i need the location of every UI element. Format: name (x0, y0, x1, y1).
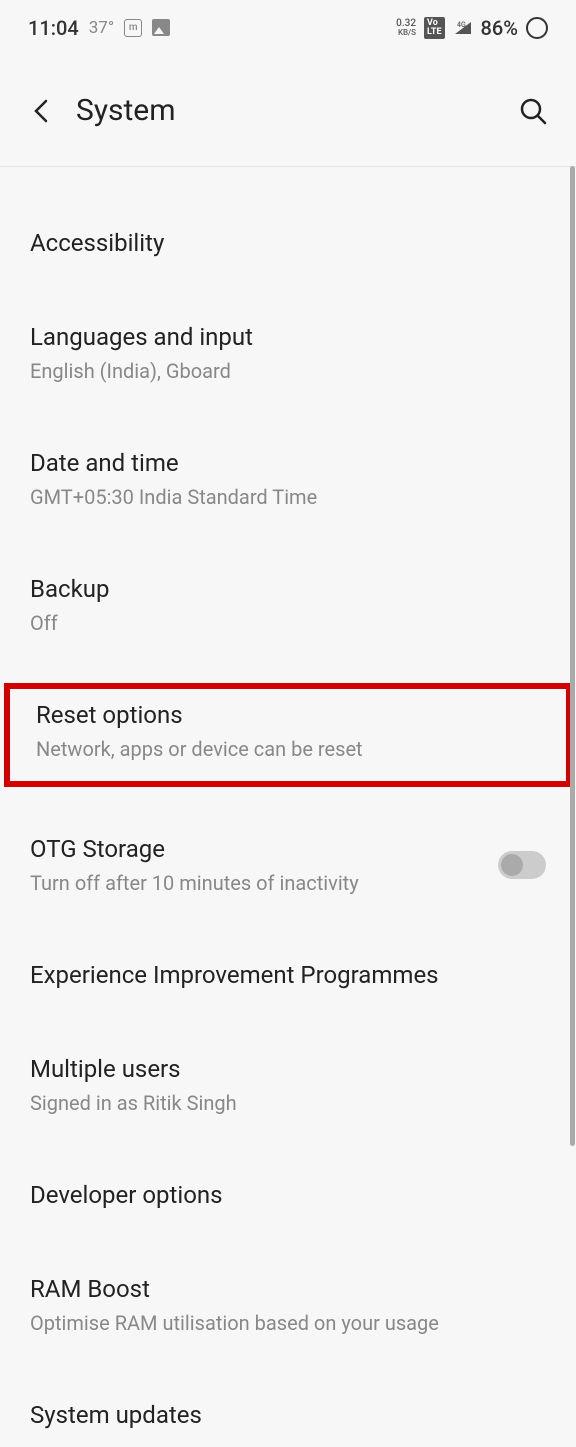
item-title: Multiple users (30, 1055, 546, 1083)
settings-item-system-updates[interactable]: System updates (0, 1383, 576, 1447)
item-subtitle: Optimise RAM utilisation based on your u… (30, 1311, 546, 1335)
signal-icon: 4G (453, 20, 473, 36)
item-title: Reset options (36, 701, 540, 729)
gallery-icon (152, 19, 170, 36)
status-right: 0.32 KB/S VoLTE 4G 86% (396, 16, 548, 40)
item-title: Date and time (30, 449, 546, 477)
volte-icon: VoLTE (424, 17, 445, 39)
item-subtitle: GMT+05:30 India Standard Time (30, 485, 546, 509)
status-bar: 11:04 37° m 0.32 KB/S VoLTE 4G 86% (0, 0, 576, 55)
settings-item-accessibility[interactable]: Accessibility (0, 211, 576, 275)
settings-item-developer-options[interactable]: Developer options (0, 1163, 576, 1227)
item-subtitle: English (India), Gboard (30, 359, 546, 383)
otg-toggle[interactable] (498, 851, 546, 879)
settings-item-languages[interactable]: Languages and input English (India), Gbo… (0, 305, 576, 401)
app-header: System (0, 55, 576, 167)
page-title: System (76, 93, 176, 128)
speed-unit: KB/S (396, 29, 416, 37)
item-title: Accessibility (30, 229, 546, 257)
item-title: Languages and input (30, 323, 546, 351)
item-subtitle: Off (30, 611, 546, 635)
item-title: System updates (30, 1401, 546, 1429)
item-title: Backup (30, 575, 546, 603)
speed-value: 0.32 (396, 19, 416, 29)
settings-item-experience-improvement[interactable]: Experience Improvement Programmes (0, 943, 576, 1007)
svg-text:4G: 4G (457, 21, 466, 29)
status-time: 11:04 (28, 16, 79, 40)
settings-list: Accessibility Languages and input Englis… (0, 167, 576, 1447)
settings-item-date-time[interactable]: Date and time GMT+05:30 India Standard T… (0, 431, 576, 527)
status-left: 11:04 37° m (28, 16, 170, 40)
settings-item-otg-storage[interactable]: OTG Storage Turn off after 10 minutes of… (0, 817, 576, 913)
settings-item-multiple-users[interactable]: Multiple users Signed in as Ritik Singh (0, 1037, 576, 1133)
back-icon[interactable] (28, 98, 54, 124)
item-title: OTG Storage (30, 835, 482, 863)
battery-percentage: 86% (481, 16, 518, 40)
search-icon[interactable] (518, 96, 548, 126)
network-speed: 0.32 KB/S (396, 19, 416, 37)
item-title: Developer options (30, 1181, 546, 1209)
settings-item-ram-boost[interactable]: RAM Boost Optimise RAM utilisation based… (0, 1257, 576, 1353)
settings-item-backup[interactable]: Backup Off (0, 557, 576, 653)
battery-icon (526, 17, 548, 39)
item-title: Experience Improvement Programmes (30, 961, 546, 989)
m-icon: m (124, 19, 142, 37)
item-subtitle: Turn off after 10 minutes of inactivity (30, 871, 482, 895)
settings-item-reset-options[interactable]: Reset options Network, apps or device ca… (4, 683, 572, 787)
scrollbar[interactable] (570, 166, 575, 1146)
status-temperature: 37° (89, 18, 114, 38)
item-title: RAM Boost (30, 1275, 546, 1303)
item-subtitle: Signed in as Ritik Singh (30, 1091, 546, 1115)
item-subtitle: Network, apps or device can be reset (36, 737, 540, 761)
